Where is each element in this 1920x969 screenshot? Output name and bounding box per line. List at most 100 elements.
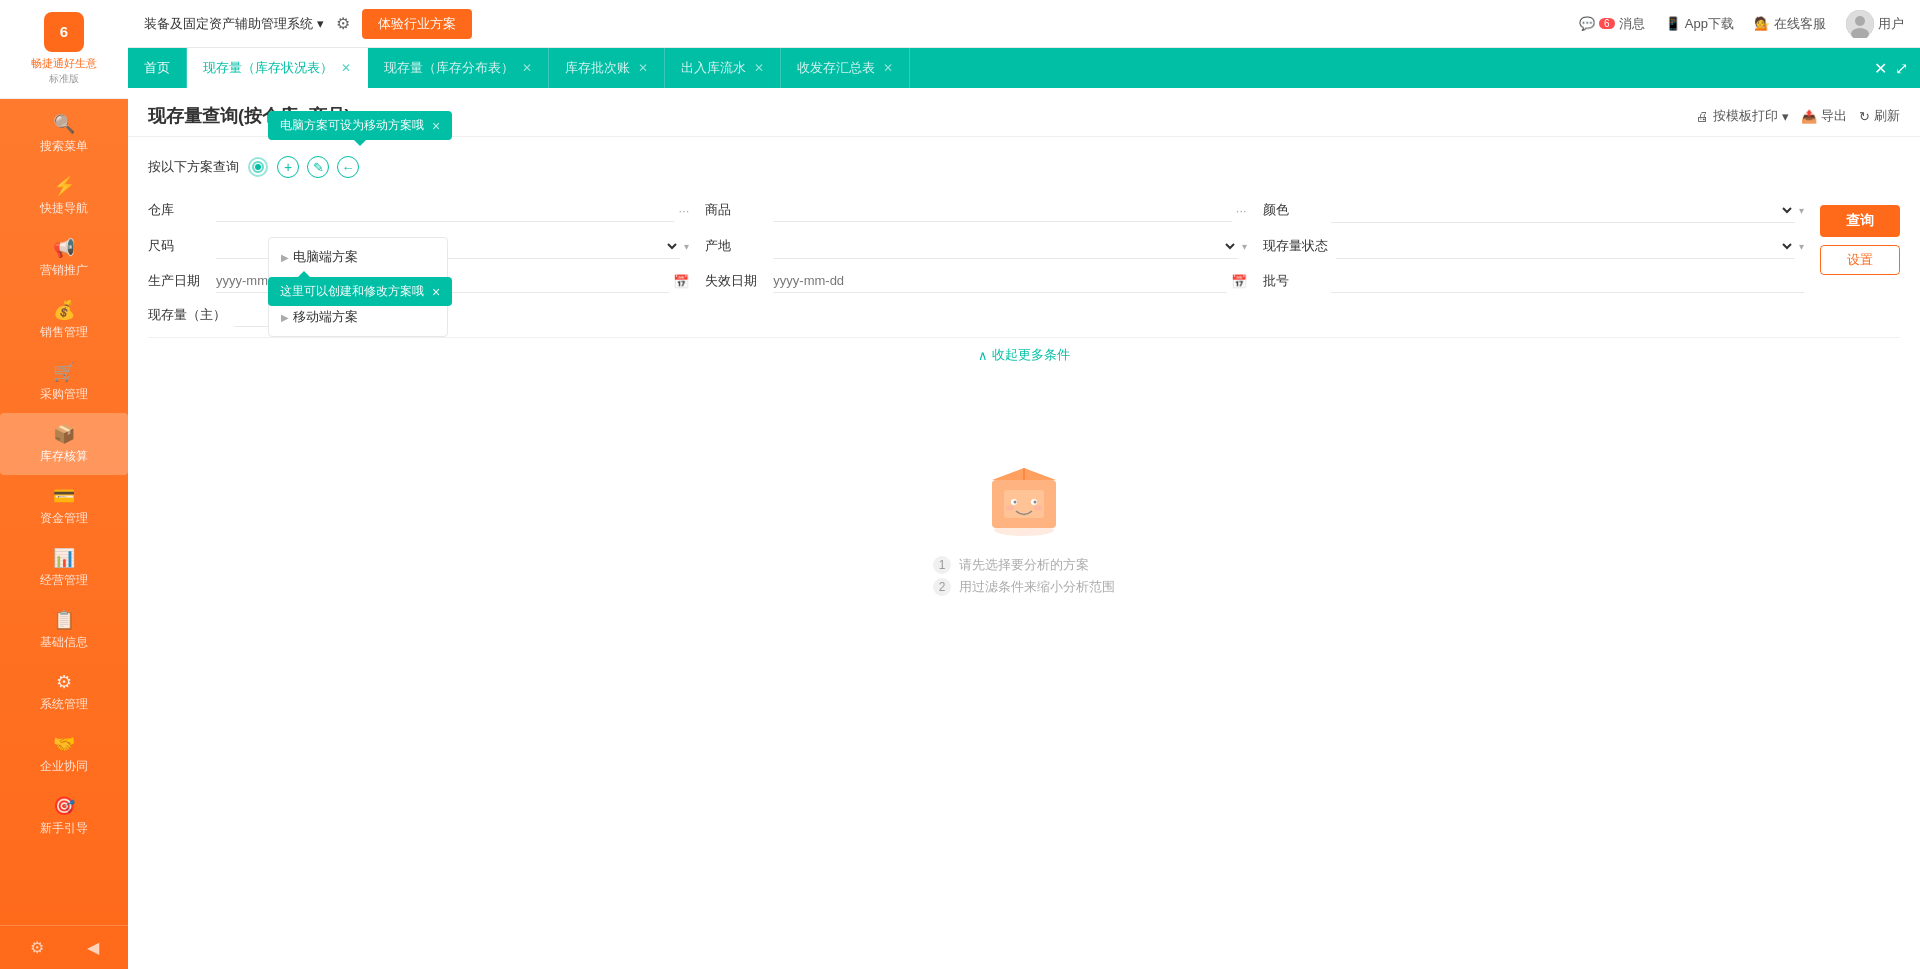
- stock-status-label: 现存量状态: [1263, 237, 1328, 255]
- add-scheme-button[interactable]: +: [277, 156, 299, 178]
- tooltip2-text: 这里可以创建和修改方案哦: [280, 283, 424, 300]
- tab-inventory-status-close[interactable]: ✕: [341, 61, 351, 75]
- color-label: 颜色: [1263, 201, 1323, 219]
- filter-field-goods: 商品 ···: [705, 198, 1246, 222]
- tab-inventory-dist[interactable]: 现存量（库存分布表） ✕: [368, 48, 549, 88]
- sidebar-bottom: ⚙ ◀: [0, 925, 128, 969]
- empty-hint-1: 1 请先选择要分析的方案: [933, 556, 1115, 574]
- goods-input[interactable]: [773, 198, 1231, 222]
- collapse-icon: ∧: [978, 348, 988, 363]
- sidebar-item-inventory[interactable]: 📦 库存核算: [0, 413, 128, 475]
- logo-badge: 标准版: [49, 72, 79, 86]
- experience-button[interactable]: 体验行业方案: [362, 9, 472, 39]
- sidebar-settings-icon[interactable]: ⚙: [30, 938, 44, 957]
- message-action[interactable]: 💬 6 消息: [1579, 15, 1645, 33]
- edit-scheme-button[interactable]: ✎: [307, 156, 329, 178]
- logo-icon: 6: [44, 12, 84, 52]
- sidebar-item-label: 系统管理: [40, 696, 88, 713]
- origin-dropdown-arrow: ▾: [1242, 241, 1247, 252]
- user-action[interactable]: 用户: [1846, 10, 1904, 38]
- tab-bar-actions: ✕ ⤢: [1862, 59, 1920, 78]
- logo-text: 畅捷通好生意: [31, 56, 97, 70]
- tab-home-label: 首页: [144, 59, 170, 77]
- sidebar-item-enterprise[interactable]: 🤝 企业协同: [0, 723, 128, 785]
- scheme-tree-item-mobile[interactable]: ▶ 移动端方案: [269, 302, 447, 332]
- filter-header: 按以下方案查询 + ✎ ← 电脑方案可设为移动方案哦 ×: [148, 149, 1900, 185]
- tab-batch-account-close[interactable]: ✕: [638, 61, 648, 75]
- tooltip1-close[interactable]: ×: [432, 118, 440, 134]
- online-support-action[interactable]: 💁 在线客服: [1754, 15, 1826, 33]
- expire-date-calendar-icon[interactable]: 📅: [1231, 274, 1247, 289]
- setup-button[interactable]: 设置: [1820, 245, 1900, 275]
- produce-date-label: 生产日期: [148, 272, 208, 290]
- gear-icon[interactable]: ⚙: [336, 14, 350, 33]
- sidebar-item-label: 库存核算: [40, 448, 88, 465]
- operation-icon: 📊: [53, 547, 75, 569]
- sidebar-item-marketing[interactable]: 📢 营销推广: [0, 227, 128, 289]
- origin-select[interactable]: [773, 233, 1237, 259]
- collapse-bar[interactable]: ∧ 收起更多条件: [148, 337, 1900, 372]
- sidebar-item-basic[interactable]: 📋 基础信息: [0, 599, 128, 661]
- sidebar-item-label: 营销推广: [40, 262, 88, 279]
- page-actions: 🖨 按模板打印 ▾ 📤 导出 ↻ 刷新: [1696, 107, 1900, 125]
- sidebar-item-search-menu[interactable]: 🔍 搜索菜单: [0, 103, 128, 165]
- color-dropdown-arrow: ▾: [1799, 205, 1804, 216]
- header-left: 装备及固定资产辅助管理系统 ▾ ⚙ 体验行业方案: [144, 9, 472, 39]
- filter-field-warehouse: 仓库 ···: [148, 198, 689, 222]
- purchase-icon: 🛒: [53, 361, 75, 383]
- warehouse-dots[interactable]: ···: [678, 203, 689, 218]
- message-icon: 💬: [1579, 16, 1595, 31]
- filter-field-stock-status: 现存量状态 ▾: [1263, 233, 1804, 259]
- sidebar-item-quick-nav[interactable]: ⚡ 快捷导航: [0, 165, 128, 227]
- color-select[interactable]: [1331, 197, 1795, 223]
- query-button[interactable]: 查询: [1820, 205, 1900, 237]
- export-button[interactable]: 📤 导出: [1801, 107, 1847, 125]
- close-all-tabs-icon[interactable]: ✕: [1874, 59, 1887, 78]
- produce-date-calendar-icon[interactable]: 📅: [673, 274, 689, 289]
- top-header: 装备及固定资产辅助管理系统 ▾ ⚙ 体验行业方案 💬 6 消息 📱 App下载 …: [128, 0, 1920, 48]
- empty-illustration: 1 请先选择要分析的方案 2 用过滤条件来缩小分析范围: [933, 440, 1115, 600]
- sidebar-item-system[interactable]: ⚙ 系统管理: [0, 661, 128, 723]
- scheme-tree-item-desktop[interactable]: ▶ 电脑端方案: [269, 242, 447, 272]
- back-scheme-button[interactable]: ←: [337, 156, 359, 178]
- svg-point-14: [1034, 506, 1042, 511]
- refresh-button[interactable]: ↻ 刷新: [1859, 107, 1900, 125]
- inventory-icon: 📦: [53, 423, 75, 445]
- sidebar-item-guide[interactable]: 🎯 新手引导: [0, 785, 128, 847]
- tab-inventory-status[interactable]: 现存量（库存状况表） ✕: [187, 48, 368, 88]
- sidebar-item-label: 采购管理: [40, 386, 88, 403]
- print-button[interactable]: 🖨 按模板打印 ▾: [1696, 107, 1789, 125]
- enterprise-icon: 🤝: [53, 733, 75, 755]
- tab-inout-flow-close[interactable]: ✕: [754, 61, 764, 75]
- message-label: 消息: [1619, 15, 1645, 33]
- warehouse-input[interactable]: [216, 198, 674, 222]
- sidebar-item-label: 基础信息: [40, 634, 88, 651]
- app-download-action[interactable]: 📱 App下载: [1665, 15, 1734, 33]
- sidebar-item-operation[interactable]: 📊 经营管理: [0, 537, 128, 599]
- refresh-label: 刷新: [1874, 107, 1900, 125]
- tab-collect-summary[interactable]: 收发存汇总表 ✕: [781, 48, 910, 88]
- sidebar-item-sales[interactable]: 💰 销售管理: [0, 289, 128, 351]
- fullscreen-icon[interactable]: ⤢: [1895, 59, 1908, 78]
- goods-dots[interactable]: ···: [1236, 203, 1247, 218]
- system-title-select[interactable]: 装备及固定资产辅助管理系统 ▾: [144, 15, 324, 33]
- sidebar-collapse-icon[interactable]: ◀: [87, 938, 99, 957]
- tab-inout-flow[interactable]: 出入库流水 ✕: [665, 48, 781, 88]
- stock-status-select[interactable]: [1336, 233, 1795, 259]
- sidebar-item-finance[interactable]: 💳 资金管理: [0, 475, 128, 537]
- sidebar-item-purchase[interactable]: 🛒 采购管理: [0, 351, 128, 413]
- sidebar-item-label: 企业协同: [40, 758, 88, 775]
- svg-text:6: 6: [60, 23, 68, 40]
- tab-home[interactable]: 首页: [128, 48, 187, 88]
- tab-batch-account[interactable]: 库存批次账 ✕: [549, 48, 665, 88]
- query-setup-group: 查询 设置: [1820, 205, 1900, 275]
- tab-collect-summary-close[interactable]: ✕: [883, 61, 893, 75]
- tab-inventory-dist-close[interactable]: ✕: [522, 61, 532, 75]
- filter-field-color: 颜色 ▾: [1263, 197, 1804, 223]
- warehouse-label: 仓库: [148, 201, 208, 219]
- tooltip1-popup: 电脑方案可设为移动方案哦 ×: [268, 111, 452, 140]
- expire-date-input[interactable]: [773, 269, 1226, 293]
- batch-no-input[interactable]: [1331, 269, 1804, 293]
- tooltip2-close[interactable]: ×: [432, 284, 440, 300]
- sidebar-logo: 6 畅捷通好生意 标准版: [0, 0, 128, 99]
